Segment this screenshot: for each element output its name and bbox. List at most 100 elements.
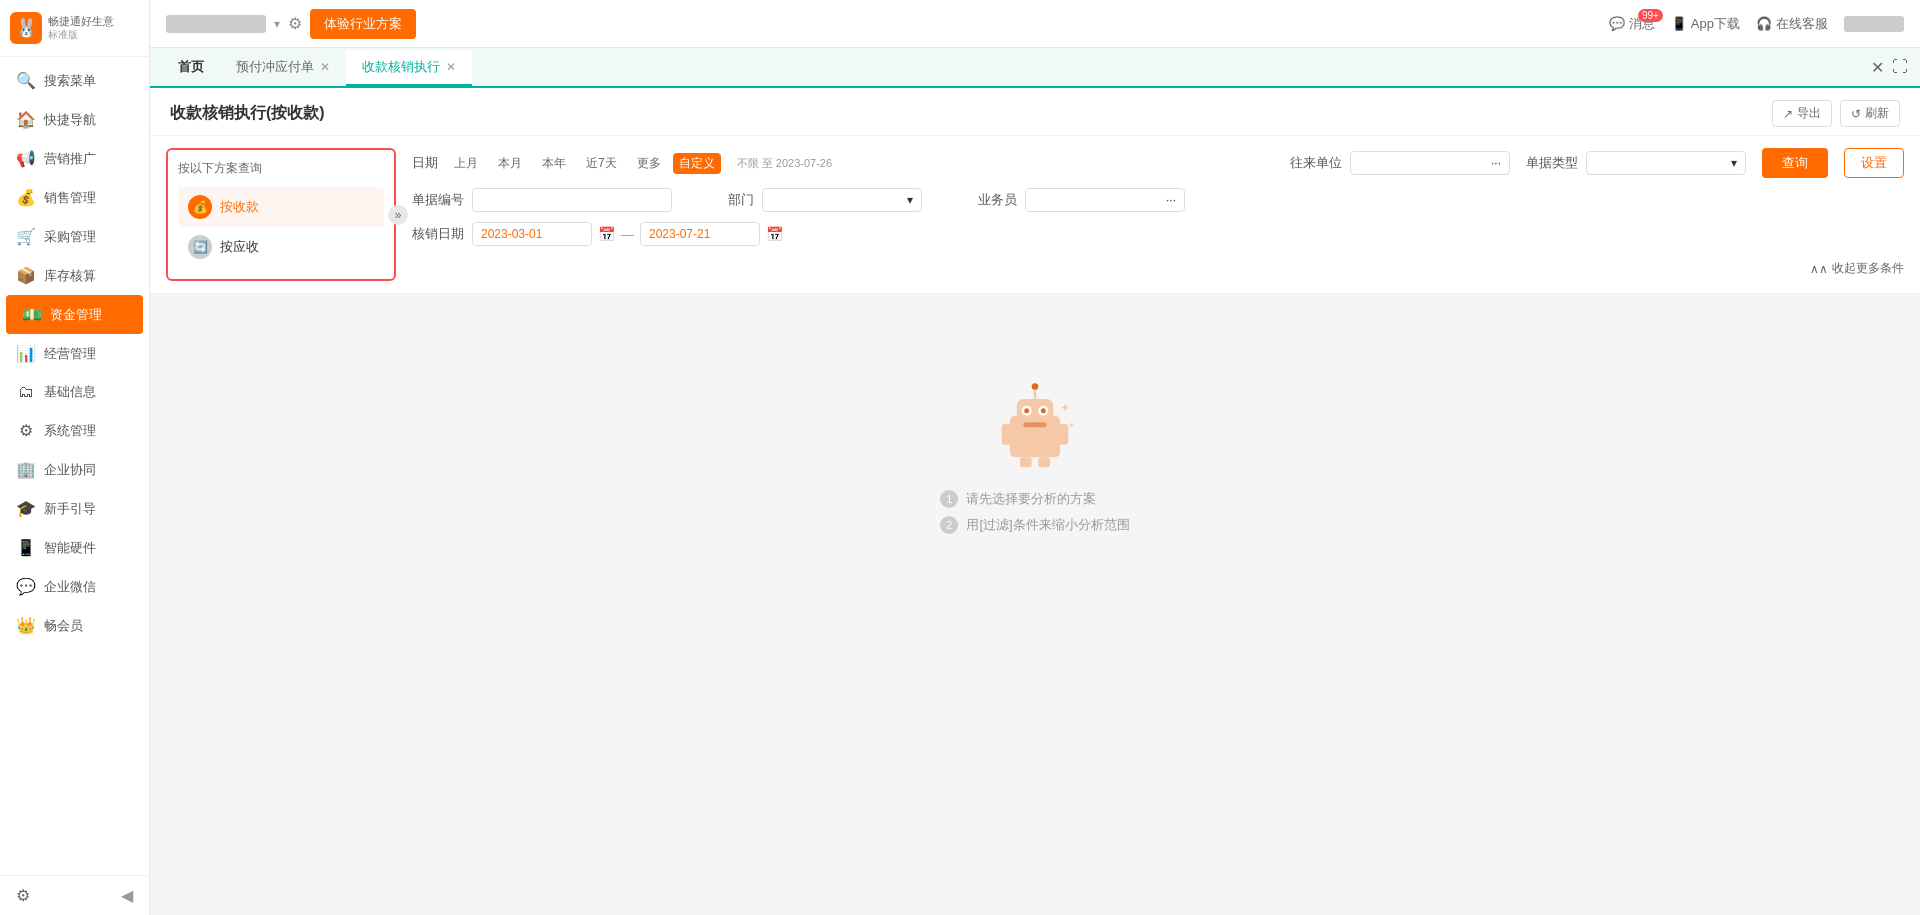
tab-close-all-button[interactable]: ✕	[1871, 58, 1884, 77]
svg-point-5	[1041, 408, 1046, 413]
partner-filter-item: 往来单位 ···	[1290, 151, 1510, 175]
message-button[interactable]: 💬 消息 99+	[1609, 15, 1655, 33]
verify-date-start-calendar-icon[interactable]: 📅	[598, 226, 615, 242]
date-tab-this-month[interactable]: 本月	[490, 153, 530, 174]
verify-date-end-calendar-icon[interactable]: 📅	[766, 226, 783, 242]
empty-state: ✦ ✦ 1 请先选择要分析的方案 2 用[过滤]条件来缩小分析范围	[150, 294, 1920, 614]
system-icon: ⚙	[16, 421, 36, 440]
sidebar-label-hardware: 智能硬件	[44, 539, 96, 557]
app-download-button[interactable]: 📱 App下载	[1671, 15, 1740, 33]
date-tab-this-year[interactable]: 本年	[534, 153, 574, 174]
partner-more-icon[interactable]: ···	[1491, 156, 1501, 170]
purchase-icon: 🛒	[16, 227, 36, 246]
sidebar-item-search-menu[interactable]: 🔍 搜索菜单	[0, 61, 149, 100]
tab-home[interactable]: 首页	[162, 50, 220, 86]
page-header-actions: ↗ 导出 ↺ 刷新	[1772, 100, 1900, 127]
setting-button[interactable]: 设置	[1844, 148, 1904, 178]
tabbar: 首页 预付冲应付单 ✕ 收款核销执行 ✕ ✕ ⛶	[150, 48, 1920, 88]
sidebar-collapse-button[interactable]: ◀	[121, 886, 133, 905]
sidebar-label-basics: 基础信息	[44, 383, 96, 401]
date-tab-7days[interactable]: 近7天	[578, 153, 625, 174]
query-panel-collapse-button[interactable]: »	[388, 205, 408, 225]
date-range-separator: —	[621, 227, 634, 242]
partner-select[interactable]: ···	[1350, 151, 1510, 175]
sidebar-label-search-menu: 搜索菜单	[44, 72, 96, 90]
tab-receivable-close-icon[interactable]: ✕	[446, 60, 456, 74]
staff-select[interactable]: ···	[1025, 188, 1185, 212]
sidebar-item-finance[interactable]: 💵 资金管理	[6, 295, 143, 334]
sidebar-logo: 🐰 畅捷通好生意 标准版	[0, 0, 149, 57]
sidebar-item-wechat[interactable]: 💬 企业微信	[0, 567, 149, 606]
tab-receivable-label: 收款核销执行	[362, 58, 440, 76]
sidebar-item-basics[interactable]: 🗂 基础信息	[0, 373, 149, 411]
member-icon: 👑	[16, 616, 36, 635]
svg-rect-6	[1023, 422, 1046, 427]
sidebar-item-sales[interactable]: 💰 销售管理	[0, 178, 149, 217]
refresh-button[interactable]: ↺ 刷新	[1840, 100, 1900, 127]
sidebar-item-enterprise[interactable]: 🏢 企业协同	[0, 450, 149, 489]
svg-rect-7	[1002, 424, 1012, 445]
staff-label: 业务员	[978, 191, 1017, 209]
sidebar-item-system[interactable]: ⚙ 系统管理	[0, 411, 149, 450]
topbar-right: 💬 消息 99+ 📱 App下载 🎧 在线客服	[1609, 15, 1904, 33]
settings-icon[interactable]: ⚙	[16, 886, 30, 905]
sidebar-item-member[interactable]: 👑 畅会员	[0, 606, 149, 645]
online-service-label: 在线客服	[1776, 15, 1828, 33]
date-tab-last-month[interactable]: 上月	[446, 153, 486, 174]
search-buttons: 查询 设置	[1762, 148, 1904, 178]
filter-row-3: 核销日期 2023-03-01 📅 — 2023-07-21 📅	[412, 222, 1904, 246]
query-option-by-receivable[interactable]: 🔄 按应收	[178, 227, 384, 267]
verify-date-range: 2023-03-01 📅 — 2023-07-21 📅	[472, 222, 783, 246]
export-button[interactable]: ↗ 导出	[1772, 100, 1832, 127]
doc-type-chevron-icon[interactable]: ▾	[1731, 156, 1737, 170]
doc-no-filter-item: 单据编号	[412, 188, 672, 212]
by-receivable-label: 按应收	[220, 238, 259, 256]
date-tab-custom[interactable]: 自定义	[673, 153, 721, 174]
query-option-by-receipt[interactable]: 💰 按收款	[178, 187, 384, 227]
verify-date-label: 核销日期	[412, 225, 464, 243]
sidebar-label-enterprise: 企业协同	[44, 461, 96, 479]
solution-button[interactable]: 体验行业方案	[310, 9, 416, 39]
sidebar-item-beginner[interactable]: 🎓 新手引导	[0, 489, 149, 528]
date-tab-more[interactable]: 更多	[629, 153, 669, 174]
dept-filter-item: 部门 ▾	[728, 188, 922, 212]
sidebar-item-inventory[interactable]: 📦 库存核算	[0, 256, 149, 295]
sidebar-item-marketing[interactable]: 📢 营销推广	[0, 139, 149, 178]
staff-filter-item: 业务员 ···	[978, 188, 1185, 212]
tab-receivable[interactable]: 收款核销执行 ✕	[346, 50, 472, 86]
dept-select[interactable]: ▾	[762, 188, 922, 212]
doc-no-input[interactable]	[472, 188, 672, 212]
sidebar-item-purchase[interactable]: 🛒 采购管理	[0, 217, 149, 256]
tab-expand-button[interactable]: ⛶	[1892, 58, 1908, 76]
tab-prepay-label: 预付冲应付单	[236, 58, 314, 76]
staff-more-icon[interactable]: ···	[1166, 193, 1176, 207]
topbar: ▾ ⚙ 体验行业方案 💬 消息 99+ 📱 App下载 🎧 在线客服	[150, 0, 1920, 48]
topbar-dropdown-icon[interactable]: ▾	[274, 17, 280, 31]
dept-chevron-icon[interactable]: ▾	[907, 193, 913, 207]
tab-prepay[interactable]: 预付冲应付单 ✕	[220, 50, 346, 86]
no-limit-text-item: 不限 至 2023-07-26	[737, 156, 832, 171]
topbar-gear-icon[interactable]: ⚙	[288, 14, 302, 33]
sidebar-label-operations: 经营管理	[44, 345, 96, 363]
doc-type-select[interactable]: ▾	[1586, 151, 1746, 175]
user-menu[interactable]	[1844, 16, 1904, 32]
sidebar-item-operations[interactable]: 📊 经营管理	[0, 334, 149, 373]
sidebar-item-hardware[interactable]: 📱 智能硬件	[0, 528, 149, 567]
beginner-icon: 🎓	[16, 499, 36, 518]
search-area: 按以下方案查询 💰 按收款 🔄 按应收 » 日期	[150, 136, 1920, 293]
sidebar-label-finance: 资金管理	[50, 306, 102, 324]
sidebar-item-quick-nav[interactable]: 🏠 快捷导航	[0, 100, 149, 139]
by-receivable-icon: 🔄	[188, 235, 212, 259]
online-service-button[interactable]: 🎧 在线客服	[1756, 15, 1828, 33]
verify-date-end-input[interactable]: 2023-07-21	[640, 222, 760, 246]
inventory-icon: 📦	[16, 266, 36, 285]
user-name-blurred	[1844, 16, 1904, 32]
search-button[interactable]: 查询	[1762, 148, 1828, 178]
no-limit-text: 不限 至 2023-07-26	[737, 156, 832, 171]
app-version: 标准版	[48, 28, 114, 42]
tab-prepay-close-icon[interactable]: ✕	[320, 60, 330, 74]
page-title: 收款核销执行(按收款)	[170, 103, 325, 124]
collapse-more-button[interactable]: ∧∧ 收起更多条件	[412, 256, 1904, 281]
verify-date-start-input[interactable]: 2023-03-01	[472, 222, 592, 246]
partner-label: 往来单位	[1290, 154, 1342, 172]
